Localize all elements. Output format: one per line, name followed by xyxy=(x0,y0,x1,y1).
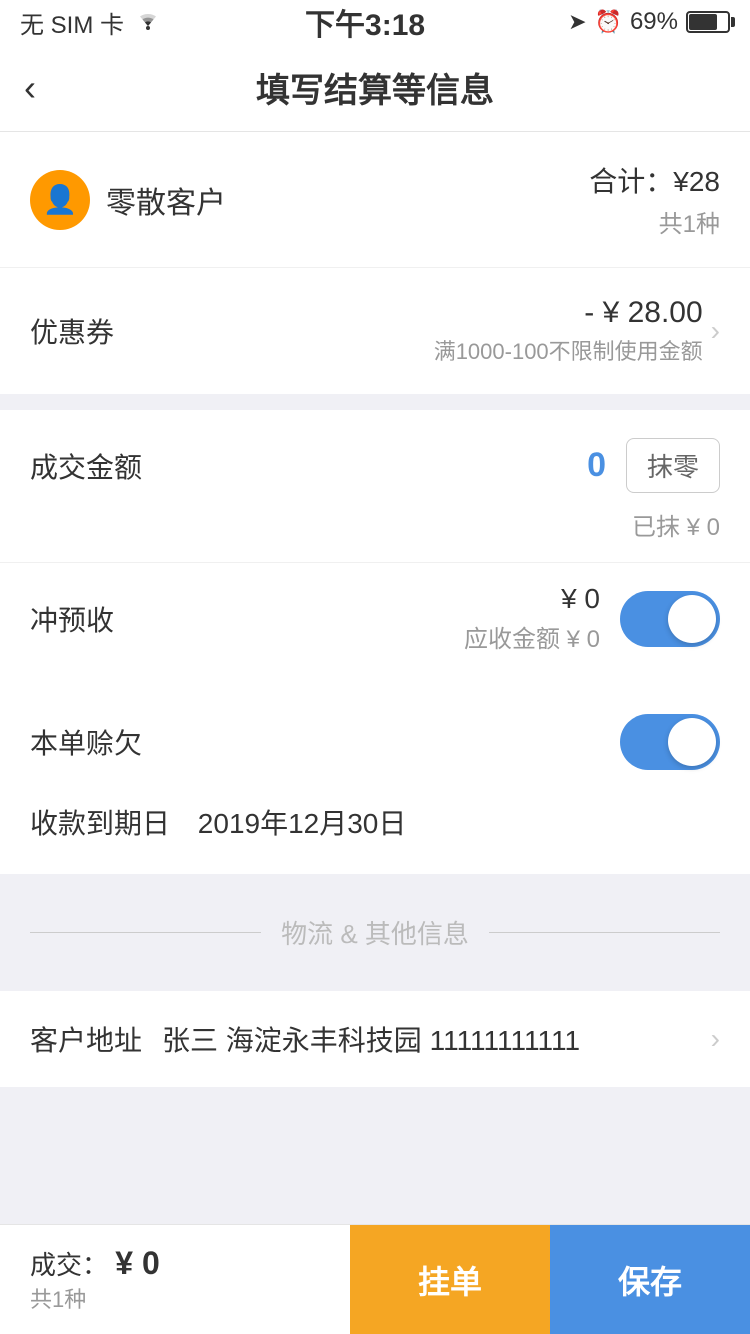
bottom-deal-label: 成交： xyxy=(30,1250,108,1280)
divider-line-left xyxy=(30,932,261,933)
nav-bar: ‹ 填写结算等信息 xyxy=(0,44,750,132)
bottom-deal-line: 成交： ¥ 0 xyxy=(30,1245,320,1282)
debt-row: 本单赊欠 xyxy=(0,682,750,802)
save-button[interactable]: 保存 xyxy=(550,1225,750,1334)
location-icon: ➤ xyxy=(568,9,586,35)
logistics-label: 物流 & 其他信息 xyxy=(281,914,469,951)
address-section[interactable]: 客户地址 张三 海淀永丰科技园 11111111111 › xyxy=(0,991,750,1087)
status-left: 无 SIM 卡 xyxy=(20,5,162,40)
prereceive-right: ¥ 0 应收金额 ¥ 0 xyxy=(464,583,720,654)
total-count: 共1种 xyxy=(589,204,720,239)
deal-amount-label: 成交金额 xyxy=(30,446,142,486)
customer-summary: 合计：¥28 共1种 xyxy=(589,160,720,239)
prereceive-label: 冲预收 xyxy=(30,599,114,639)
address-label: 客户地址 xyxy=(30,1019,142,1059)
alarm-icon: ⏰ xyxy=(595,9,622,35)
chevron-right-icon: › xyxy=(711,315,720,347)
battery-icon xyxy=(686,11,730,33)
debt-toggle-knob xyxy=(668,718,716,766)
address-value: 张三 海淀永丰科技园 11111111111 xyxy=(162,1019,711,1059)
coupon-right: - ¥ 28.00 满1000-100不限制使用金额 › xyxy=(434,296,720,366)
debt-section: 本单赊欠 收款到期日 2019年12月30日 xyxy=(0,682,750,874)
bottom-count: 共1种 xyxy=(30,1282,320,1314)
divider-line-right xyxy=(489,932,720,933)
prereceive-toggle[interactable] xyxy=(620,591,720,647)
page-title: 填写结算等信息 xyxy=(256,63,494,112)
hang-button[interactable]: 挂单 xyxy=(350,1225,550,1334)
bottom-left: 成交： ¥ 0 共1种 xyxy=(0,1245,350,1314)
deal-right: 0 抹零 xyxy=(587,438,720,493)
debt-label: 本单赊欠 xyxy=(30,722,142,762)
status-right: ➤ ⏰ 69% xyxy=(568,8,730,36)
back-button[interactable]: ‹ xyxy=(24,67,36,109)
due-date-row: 收款到期日 2019年12月30日 xyxy=(0,802,750,874)
deal-sub-text: 已抹 ¥ 0 xyxy=(0,503,750,562)
status-bar: 无 SIM 卡 下午3:18 ➤ ⏰ 69% xyxy=(0,0,750,44)
due-date-label: 收款到期日 xyxy=(30,808,170,839)
coupon-label: 优惠券 xyxy=(30,311,114,351)
round-zero-button[interactable]: 抹零 xyxy=(626,438,720,493)
battery-percent: 69% xyxy=(630,8,678,36)
coupon-value-block: - ¥ 28.00 满1000-100不限制使用金额 xyxy=(434,296,703,366)
total-amount: 合计：¥28 xyxy=(589,160,720,200)
wifi-icon xyxy=(134,8,162,37)
avatar-icon: 👤 xyxy=(43,183,78,216)
bottom-bar: 成交： ¥ 0 共1种 挂单 保存 xyxy=(0,1224,750,1334)
prereceive-amount: ¥ 0 xyxy=(464,583,600,615)
coupon-row[interactable]: 优惠券 - ¥ 28.00 满1000-100不限制使用金额 › xyxy=(0,267,750,394)
toggle-knob xyxy=(668,595,716,643)
status-time: 下午3:18 xyxy=(305,0,425,44)
due-date-value: 2019年12月30日 xyxy=(198,808,407,839)
content: 👤 零散客户 合计：¥28 共1种 优惠券 - ¥ 28.00 满1000-10… xyxy=(0,132,750,1207)
coupon-amount: - ¥ 28.00 xyxy=(434,296,703,330)
prereceive-sub: 应收金额 ¥ 0 xyxy=(464,619,600,654)
customer-avatar: 👤 xyxy=(30,170,90,230)
customer-name: 零散客户 xyxy=(106,178,226,222)
coupon-desc: 满1000-100不限制使用金额 xyxy=(434,334,703,366)
debt-toggle[interactable] xyxy=(620,714,720,770)
logistics-section: 物流 & 其他信息 xyxy=(0,890,750,975)
signal-text: 无 SIM 卡 xyxy=(20,5,124,40)
prereceive-row: 冲预收 ¥ 0 应收金额 ¥ 0 xyxy=(0,562,750,682)
deal-amount-row: 成交金额 0 抹零 xyxy=(0,410,750,503)
deal-amount-value[interactable]: 0 xyxy=(587,446,606,485)
address-chevron-icon: › xyxy=(711,1023,720,1055)
prereceive-values: ¥ 0 应收金额 ¥ 0 xyxy=(464,583,600,654)
customer-coupon-card: 👤 零散客户 合计：¥28 共1种 优惠券 - ¥ 28.00 满1000-10… xyxy=(0,132,750,394)
address-row: 客户地址 张三 海淀永丰科技园 11111111111 › xyxy=(0,991,750,1087)
customer-left: 👤 零散客户 xyxy=(30,170,226,230)
customer-row: 👤 零散客户 合计：¥28 共1种 xyxy=(0,132,750,267)
logistics-divider: 物流 & 其他信息 xyxy=(30,914,720,951)
bottom-deal-amount: ¥ 0 xyxy=(115,1245,159,1281)
deal-section: 成交金额 0 抹零 已抹 ¥ 0 冲预收 ¥ 0 应收金额 ¥ 0 xyxy=(0,410,750,682)
